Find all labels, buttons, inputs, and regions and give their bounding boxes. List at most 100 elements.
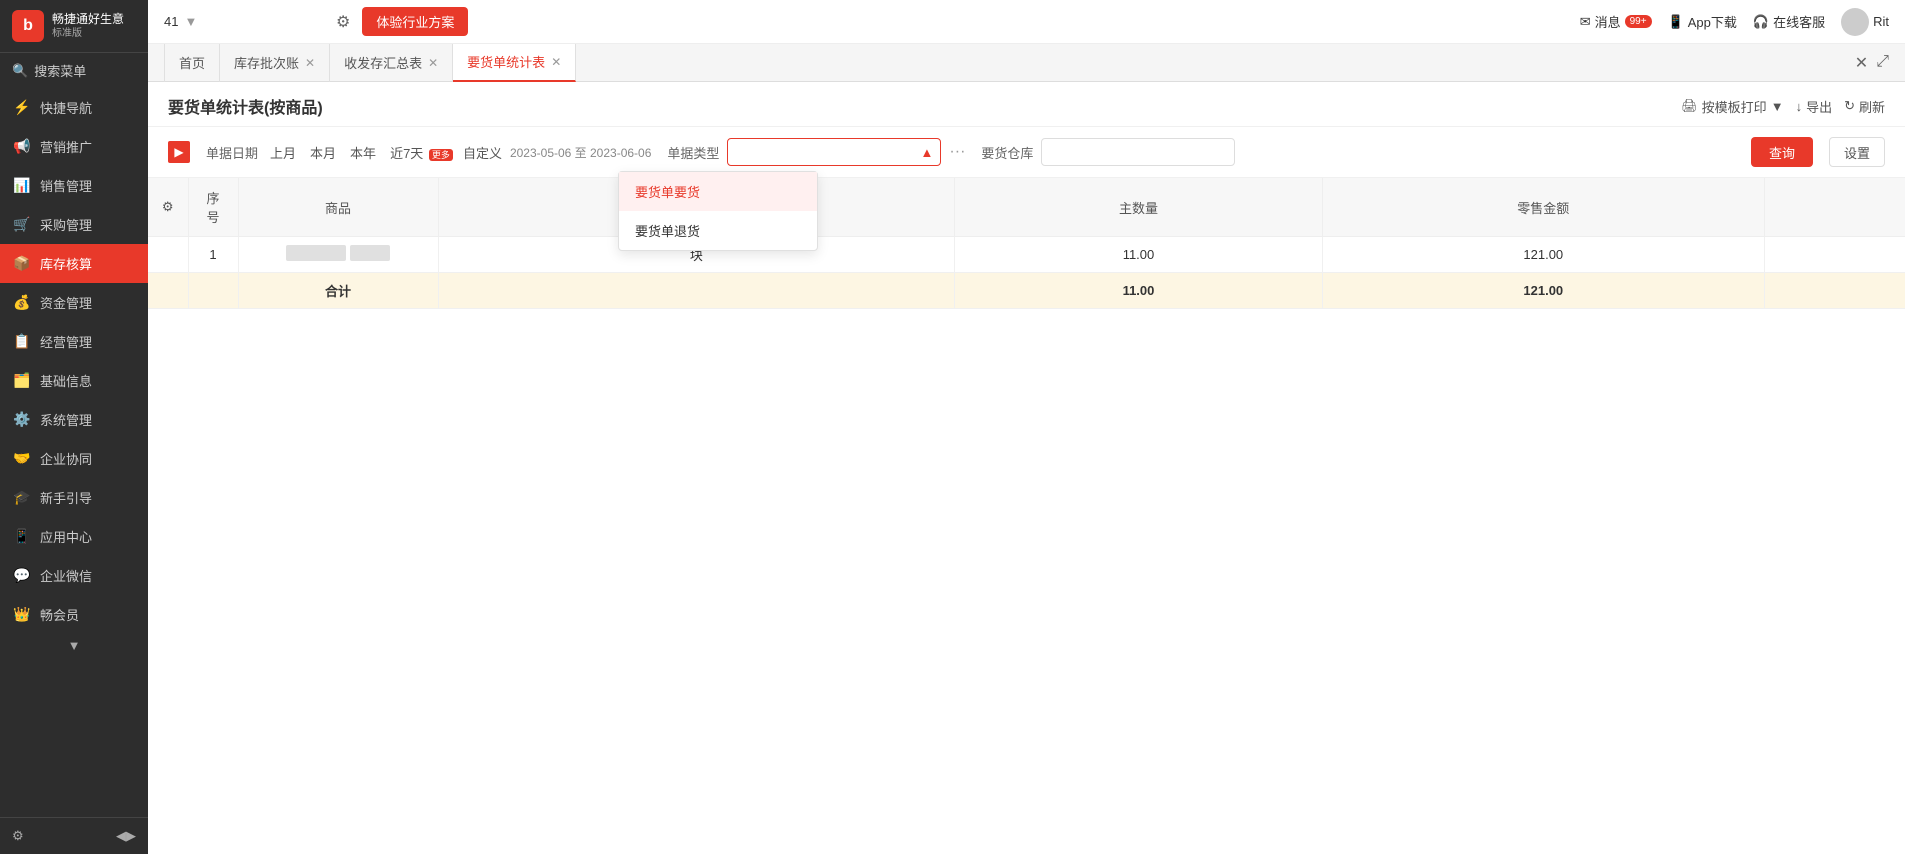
tab-order-summary[interactable]: 要货单统计表 ✕ [453, 44, 576, 82]
type-filter-label: 单据类型 [667, 143, 719, 162]
basic-icon: 🗂️ [12, 372, 32, 389]
tab-recv-summary-close[interactable]: ✕ [428, 56, 438, 70]
sidebar: b 畅捷通好生意 标准版 🔍 搜索菜单 ⚡ 快捷导航 📢 营销推广 📊 销售管理… [0, 0, 148, 854]
row-seq: 1 [188, 237, 238, 273]
type-filter-more-btn[interactable]: ··· [949, 143, 965, 161]
last-7days-btn[interactable]: 近7天 更多 [386, 141, 457, 164]
messages-btn[interactable]: ✉ 消息 99+ [1580, 12, 1652, 31]
message-icon: ✉ [1580, 14, 1591, 30]
tab-order-summary-close[interactable]: ✕ [551, 55, 561, 69]
tab-inventory-batch[interactable]: 库存批次账 ✕ [220, 44, 330, 82]
row-qty: 11.00 [955, 237, 1322, 273]
page-header: 要货单统计表(按商品) 🖨 按模板打印 ▼ ↓ 导出 ↻ 刷新 [148, 82, 1905, 127]
last-month-btn[interactable]: 上月 [266, 141, 300, 164]
dropdown-item-require-goods[interactable]: 要货单要货 [619, 172, 817, 211]
inventory-icon: 📦 [12, 255, 32, 272]
column-settings-icon[interactable]: ⚙ [162, 199, 174, 214]
sidebar-item-apps[interactable]: 📱 应用中心 [0, 517, 148, 556]
table-header-row: ⚙ 序号 商品 主计量单位 主数量 零售金额 [148, 178, 1905, 237]
type-filter-input[interactable] [727, 138, 941, 166]
sidebar-bottom: ⚙ ◀▶ [0, 817, 148, 854]
sidebar-item-guide[interactable]: 🎓 新手引导 [0, 478, 148, 517]
col-extra [1764, 178, 1905, 237]
footer-empty2 [188, 273, 238, 309]
page-actions: 🖨 按模板打印 ▼ ↓ 导出 ↻ 刷新 [1681, 97, 1885, 116]
warehouse-filter-input[interactable] [1041, 138, 1235, 166]
data-table: ⚙ 序号 商品 主计量单位 主数量 零售金额 1 [148, 178, 1905, 309]
sidebar-item-marketing[interactable]: 📢 营销推广 [0, 127, 148, 166]
row-extra-cell [1764, 237, 1905, 273]
online-service-btn[interactable]: 🎧 在线客服 [1753, 12, 1825, 31]
row-amount: 121.00 [1322, 237, 1764, 273]
header-right: ✉ 消息 99+ 📱 App下载 🎧 在线客服 Rit [1580, 8, 1889, 36]
user-menu[interactable]: Rit [1841, 8, 1889, 36]
col-settings[interactable]: ⚙ [148, 178, 188, 237]
footer-unit [438, 273, 955, 309]
footer-qty: 11.00 [955, 273, 1322, 309]
sidebar-item-system[interactable]: ⚙️ 系统管理 [0, 400, 148, 439]
guide-icon: 🎓 [12, 489, 32, 506]
sidebar-search[interactable]: 🔍 搜索菜单 [0, 53, 148, 88]
sidebar-item-quick-nav[interactable]: ⚡ 快捷导航 [0, 88, 148, 127]
tab-recv-summary[interactable]: 收发存汇总表 ✕ [330, 44, 453, 82]
print-dropdown-icon: ▼ [1771, 99, 1784, 114]
headset-icon: 🎧 [1753, 14, 1769, 30]
footer-amount: 121.00 [1322, 273, 1764, 309]
trial-btn[interactable]: 体验行业方案 [362, 7, 468, 36]
sidebar-item-collab[interactable]: 🤝 企业协同 [0, 439, 148, 478]
main-area: 41 ▼ ⚙ 体验行业方案 ✉ 消息 99+ 📱 App下载 🎧 在线客服 Ri… [148, 0, 1905, 854]
purchase-icon: 🛒 [12, 216, 32, 233]
app-download-btn[interactable]: 📱 App下载 [1668, 12, 1737, 31]
sidebar-item-purchase[interactable]: 🛒 采购管理 [0, 205, 148, 244]
user-name: Rit [1873, 14, 1889, 29]
tabs-close-all-btn[interactable]: ✕ [1855, 53, 1868, 73]
this-year-btn[interactable]: 本年 [346, 141, 380, 164]
company-name: 41 [164, 14, 178, 29]
page-title: 要货单统计表(按商品) [168, 94, 323, 118]
dropdown-item-require-return[interactable]: 要货单退货 [619, 211, 817, 250]
query-btn[interactable]: 查询 [1751, 137, 1813, 167]
system-icon: ⚙️ [12, 411, 32, 428]
tabs-bar: 首页 库存批次账 ✕ 收发存汇总表 ✕ 要货单统计表 ✕ ✕ ⤢ [148, 44, 1905, 82]
product-name-placeholder [286, 245, 346, 261]
sidebar-logo: b 畅捷通好生意 标准版 [0, 0, 148, 53]
message-badge: 99+ [1625, 15, 1652, 28]
tabs-expand-btn[interactable]: ⤢ [1876, 53, 1889, 73]
company-dropdown-icon[interactable]: ▼ [184, 14, 197, 29]
date-filter-group: 单据日期 上月 本月 本年 近7天 更多 自定义 2023-05-06 至 20… [206, 141, 651, 164]
header: 41 ▼ ⚙ 体验行业方案 ✉ 消息 99+ 📱 App下载 🎧 在线客服 Ri… [148, 0, 1905, 44]
apps-icon: 📱 [12, 528, 32, 545]
custom-date-btn[interactable]: 自定义 [463, 143, 502, 162]
export-btn[interactable]: ↓ 导出 [1796, 97, 1833, 116]
sidebar-item-operations[interactable]: 📋 经营管理 [0, 322, 148, 361]
row-settings-cell [148, 237, 188, 273]
refresh-btn[interactable]: ↻ 刷新 [1844, 97, 1885, 116]
table-settings-btn[interactable]: 设置 [1829, 137, 1885, 167]
sidebar-item-basic[interactable]: 🗂️ 基础信息 [0, 361, 148, 400]
logo-icon: b [12, 10, 44, 42]
type-filter-group: 单据类型 ▲ ··· [667, 138, 965, 166]
quick-nav-icon: ⚡ [12, 99, 32, 116]
print-btn[interactable]: 🖨 按模板打印 ▼ [1681, 97, 1783, 116]
row-product [238, 237, 438, 273]
page-content: 要货单统计表(按商品) 🖨 按模板打印 ▼ ↓ 导出 ↻ 刷新 ▶ [148, 82, 1905, 854]
search-icon: 🔍 [12, 63, 28, 79]
sidebar-item-inventory[interactable]: 📦 库存核算 [0, 244, 148, 283]
this-month-btn[interactable]: 本月 [306, 141, 340, 164]
tab-inventory-batch-close[interactable]: ✕ [305, 56, 315, 70]
sidebar-item-sales[interactable]: 📊 销售管理 [0, 166, 148, 205]
header-settings-btn[interactable]: ⚙ [336, 12, 350, 32]
date-filter-label: 单据日期 [206, 143, 258, 162]
sidebar-item-wechat[interactable]: 💬 企业微信 [0, 556, 148, 595]
sidebar-item-finance[interactable]: 💰 资金管理 [0, 283, 148, 322]
print-icon: 🖨 [1681, 98, 1698, 114]
wechat-icon: 💬 [12, 567, 32, 584]
settings-bottom-icon[interactable]: ⚙ [12, 828, 24, 844]
sidebar-collapse-btn[interactable]: ◀▶ [116, 828, 136, 844]
tab-home[interactable]: 首页 [164, 44, 220, 82]
sidebar-item-member[interactable]: 👑 畅会员 [0, 595, 148, 634]
filter-expand-btn[interactable]: ▶ [168, 141, 190, 163]
sidebar-scroll-down[interactable]: ▼ [0, 634, 148, 657]
member-icon: 👑 [12, 606, 32, 623]
warehouse-filter-label: 要货仓库 [981, 143, 1033, 162]
